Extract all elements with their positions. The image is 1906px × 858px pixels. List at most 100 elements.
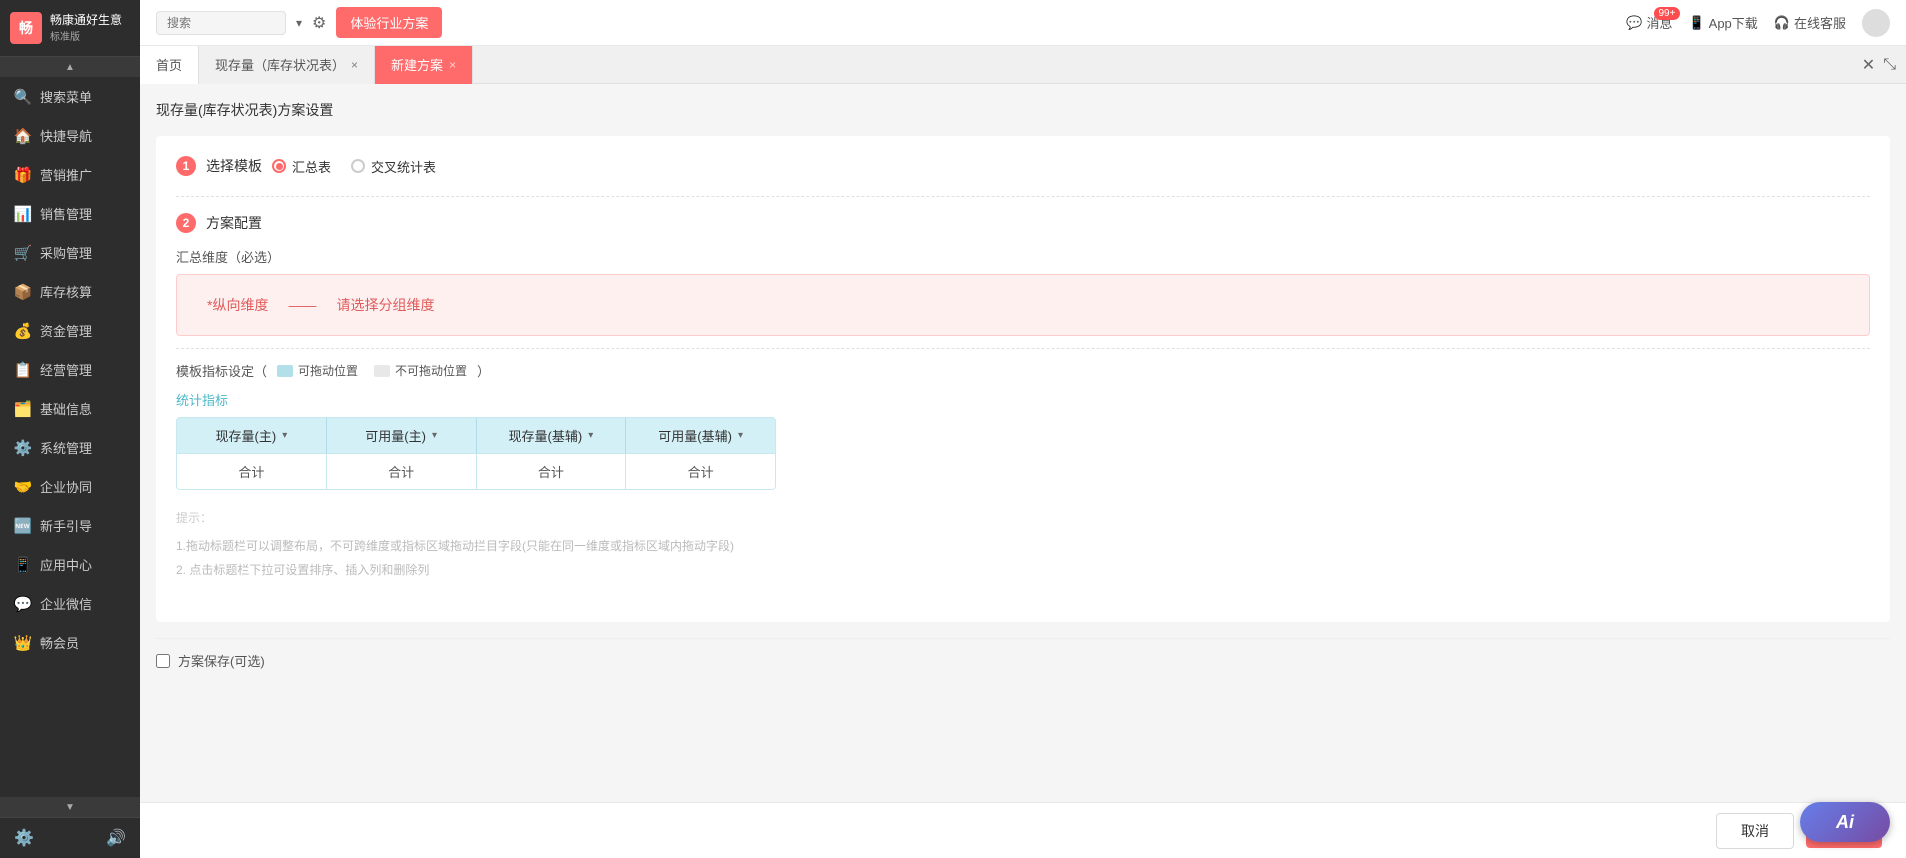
tab-inventory-status[interactable]: 现存量（库存状况表）×: [199, 46, 375, 84]
chevron-down-icon: ▾: [282, 430, 287, 441]
sidebar-item-marketing[interactable]: 🎁 营销推广: [0, 155, 140, 194]
legend-fixed: 不可拖动位置: [374, 362, 467, 379]
app-download-btn[interactable]: 📱 App下载: [1688, 13, 1757, 32]
sidebar-label-member: 畅会员: [40, 633, 79, 652]
step2-header: 2 方案配置: [176, 213, 1870, 233]
settings-icon[interactable]: ⚙️: [14, 828, 34, 848]
phone-icon: 📱: [1688, 15, 1704, 31]
legend-draggable-box: [277, 365, 293, 377]
tab-close-new-plan[interactable]: ×: [449, 58, 456, 72]
legend-draggable-label: 可拖动位置: [298, 362, 358, 379]
dimension-required-area[interactable]: *纵向维度 —— 请选择分组维度: [176, 274, 1870, 336]
stats-col-label: 可用量(主): [365, 426, 426, 445]
sidebar-item-purchase[interactable]: 🛒 采购管理: [0, 233, 140, 272]
ai-float-button[interactable]: Ai: [1800, 802, 1890, 842]
sidebar-label-contract: 企业协同: [40, 477, 92, 496]
logo-text-block: 畅康通好生意 标准版: [50, 13, 122, 44]
sidebar-item-search-menu[interactable]: 🔍 搜索菜单: [0, 77, 140, 116]
radio-cross[interactable]: 交叉统计表: [351, 157, 436, 176]
gear-icon[interactable]: ⚙: [312, 13, 326, 33]
sidebar-scroll-up[interactable]: ▲: [0, 57, 140, 77]
sidebar-label-system: 系统管理: [40, 438, 92, 457]
industry-btn[interactable]: 体验行业方案: [336, 7, 442, 38]
sidebar-label-purchase: 采购管理: [40, 243, 92, 262]
tabbar: 首页现存量（库存状况表）×新建方案× ✕ ⤡: [140, 46, 1906, 84]
online-service-btn[interactable]: 🎧 在线客服: [1774, 13, 1846, 32]
sidebar-item-finance[interactable]: 💰 资金管理: [0, 311, 140, 350]
messages-btn[interactable]: 💬 消息 99+: [1626, 13, 1672, 32]
save-checkbox[interactable]: [156, 654, 170, 668]
ai-label: Ai: [1836, 812, 1854, 833]
sidebar-scroll-down[interactable]: ▼: [0, 797, 140, 817]
expand-icon[interactable]: ⤡: [1883, 56, 1896, 74]
tab-close-inventory-status[interactable]: ×: [351, 58, 358, 72]
stats-header-cell[interactable]: 现存量(主)▾: [177, 418, 327, 453]
stats-header-cell[interactable]: 可用量(主) ▾: [327, 418, 477, 453]
stats-header-cell[interactable]: 可用量(基辅)▾: [626, 418, 775, 453]
sidebar-icon-app-center: 📱: [14, 556, 32, 574]
sidebar-item-wechat[interactable]: 💬 企业微信: [0, 584, 140, 623]
sidebar-item-sales[interactable]: 📊 销售管理: [0, 194, 140, 233]
tabbar-actions: ✕ ⤡: [1862, 55, 1906, 75]
sidebar-item-system[interactable]: ⚙️ 系统管理: [0, 428, 140, 467]
template-radio-group: 汇总表 交叉统计表: [272, 157, 436, 176]
sidebar-icon-marketing: 🎁: [14, 166, 32, 184]
radio-summary-circle: [272, 159, 286, 173]
step2-badge: 2: [176, 213, 196, 233]
headset-icon: 🎧: [1774, 15, 1790, 31]
user-avatar[interactable]: [1862, 9, 1890, 37]
sidebar-item-member[interactable]: 👑 畅会员: [0, 623, 140, 662]
radio-cross-label: 交叉统计表: [371, 157, 436, 176]
dropdown-icon[interactable]: ▾: [296, 16, 302, 30]
sidebar-label-search-menu: 搜索菜单: [40, 87, 92, 106]
cancel-button[interactable]: 取消: [1716, 813, 1794, 849]
topbar-left: ▾ ⚙ 体验行业方案: [156, 7, 442, 38]
radio-summary[interactable]: 汇总表: [272, 157, 331, 176]
sidebar-footer: ⚙️ 🔊: [0, 817, 140, 858]
sidebar-icon-guide: 🆕: [14, 517, 32, 535]
sidebar-icon-inventory: 📦: [14, 283, 32, 301]
sidebar-icon-system: ⚙️: [14, 439, 32, 457]
stats-body-cell: 合计: [177, 454, 327, 489]
radio-cross-circle: [351, 159, 365, 173]
sidebar-item-operations[interactable]: 📋 经营管理: [0, 350, 140, 389]
search-input[interactable]: [156, 11, 286, 35]
sidebar-icon-finance: 💰: [14, 322, 32, 340]
logo-title: 畅康通好生意: [50, 13, 122, 29]
service-label: 在线客服: [1794, 13, 1846, 32]
main-area: ▾ ⚙ 体验行业方案 💬 消息 99+ 📱 App下载 🎧 在线客服 首页现存量…: [140, 0, 1906, 858]
sidebar-label-operations: 经营管理: [40, 360, 92, 379]
tab-home[interactable]: 首页: [140, 46, 199, 84]
sidebar-item-base-info[interactable]: 🗂️ 基础信息: [0, 389, 140, 428]
stats-label: 统计指标: [176, 390, 1870, 409]
indicator-label: 模板指标设定（ 可拖动位置 不可拖动位置 ）: [176, 361, 1870, 380]
stats-body-row: 合计合计合计合计: [177, 453, 775, 489]
stats-header-row: 现存量(主)▾ 可用量(主) ▾ 现存量(基辅)▾可用量(基辅)▾: [177, 418, 775, 453]
tab-new-plan[interactable]: 新建方案×: [375, 46, 473, 84]
chevron-down-icon: ▾: [432, 430, 437, 441]
indicator-label-suffix: ）: [477, 361, 490, 380]
stats-body-cell: 合计: [477, 454, 627, 489]
main-card: 1 选择模板 汇总表 交叉统计表: [156, 136, 1890, 622]
sidebar-item-guide[interactable]: 🆕 新手引导: [0, 506, 140, 545]
radio-summary-dot: [276, 163, 283, 170]
sidebar-icon-operations: 📋: [14, 361, 32, 379]
save-row: 方案保存(可选): [156, 638, 1890, 682]
dimension-label: 汇总维度（必选）: [176, 247, 1870, 266]
stats-body-cell: 合计: [327, 454, 477, 489]
stats-header-cell[interactable]: 现存量(基辅)▾: [477, 418, 627, 453]
step1-header: 1 选择模板 汇总表 交叉统计表: [176, 156, 1870, 176]
step2-section: 2 方案配置 汇总维度（必选） *纵向维度 —— 请选择分组维度: [176, 213, 1870, 582]
sidebar-item-contract[interactable]: 🤝 企业协同: [0, 467, 140, 506]
sidebar-item-quick-nav[interactable]: 🏠 快捷导航: [0, 116, 140, 155]
sidebar-item-inventory[interactable]: 📦 库存核算: [0, 272, 140, 311]
sidebar-item-app-center[interactable]: 📱 应用中心: [0, 545, 140, 584]
close-panel-icon[interactable]: ✕: [1862, 55, 1875, 75]
step1-section: 1 选择模板 汇总表 交叉统计表: [176, 156, 1870, 176]
sidebar-icon-wechat: 💬: [14, 595, 32, 613]
sound-icon[interactable]: 🔊: [106, 828, 126, 848]
sidebar-label-marketing: 营销推广: [40, 165, 92, 184]
stats-table: 现存量(主)▾可用量(主)▾现存量(基辅)▾可用量(基辅)▾ 合计合计合计合计: [176, 417, 776, 490]
topbar: ▾ ⚙ 体验行业方案 💬 消息 99+ 📱 App下载 🎧 在线客服: [140, 0, 1906, 46]
stats-body-cell: 合计: [626, 454, 775, 489]
